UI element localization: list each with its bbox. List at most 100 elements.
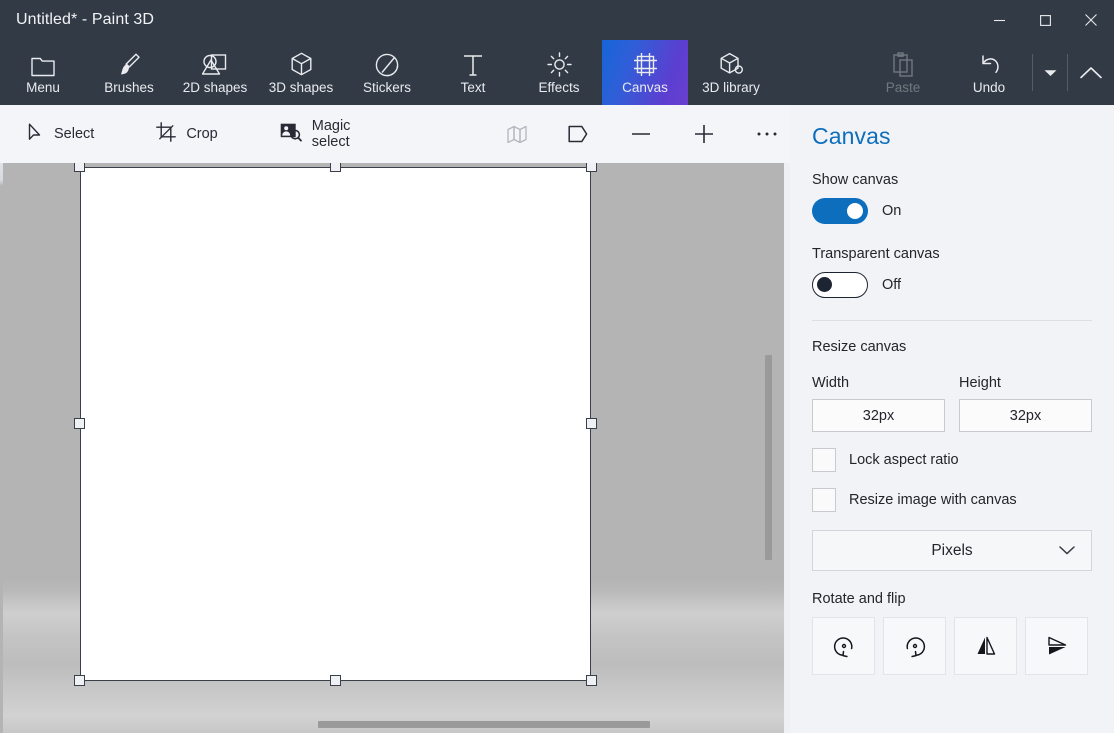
- height-label: Height: [959, 375, 1092, 391]
- rotate-left-icon: [831, 633, 857, 659]
- tool-select[interactable]: Select: [14, 114, 108, 154]
- horizontal-scrollbar-track[interactable]: [0, 717, 784, 733]
- ribbon-item-label: Brushes: [104, 81, 154, 95]
- lock-aspect-ratio-label: Lock aspect ratio: [849, 452, 959, 468]
- width-label: Width: [812, 375, 945, 391]
- ribbon-item-paste[interactable]: Paste: [860, 40, 946, 105]
- tool-magic-select[interactable]: Magic select: [266, 114, 405, 154]
- ribbon-item-brushes[interactable]: Brushes: [86, 40, 172, 105]
- toggle-knob: [847, 203, 863, 219]
- selection-handle-bottom-right[interactable]: [586, 675, 597, 686]
- ribbon-item-text[interactable]: Text: [430, 40, 516, 105]
- plus-icon: [693, 123, 715, 145]
- ribbon-collapse-button[interactable]: [1068, 40, 1114, 105]
- maximize-button[interactable]: [1022, 0, 1068, 40]
- transparent-canvas-toggle[interactable]: [812, 272, 868, 298]
- units-dropdown[interactable]: Pixels: [812, 530, 1092, 571]
- minimize-icon: [994, 15, 1005, 26]
- tool-crop[interactable]: Crop: [142, 114, 231, 154]
- selection-handle-middle-left[interactable]: [74, 418, 85, 429]
- ribbon-item-2d-shapes[interactable]: 2D shapes: [172, 40, 258, 105]
- chevron-down-icon: [1059, 542, 1075, 560]
- canvas-icon: [633, 51, 658, 77]
- panel-title: Canvas: [812, 123, 1092, 150]
- window-title: Untitled* - Paint 3D: [16, 11, 154, 29]
- magic-select-icon: [280, 123, 302, 146]
- height-input[interactable]: [959, 399, 1092, 432]
- selection-handle-middle-right[interactable]: [586, 418, 597, 429]
- show-canvas-state: On: [882, 203, 901, 219]
- chevron-up-icon: [1080, 66, 1102, 79]
- crop-icon: [156, 122, 176, 146]
- flip-vertical-button[interactable]: [1025, 617, 1088, 675]
- 3d-view-icon: [507, 125, 529, 143]
- flip-horizontal-button[interactable]: [954, 617, 1017, 675]
- tool-label: Crop: [186, 126, 217, 142]
- rotate-flip-row: [812, 617, 1092, 675]
- more-options-button[interactable]: [745, 113, 790, 155]
- resize-image-with-canvas-label: Resize image with canvas: [849, 492, 1017, 508]
- canvas-settings-panel: Canvas Show canvas On Transparent canvas…: [790, 105, 1114, 733]
- ribbon-item-undo[interactable]: Undo: [946, 40, 1032, 105]
- brush-icon: [117, 51, 141, 77]
- selection-handle-top-right[interactable]: [586, 163, 597, 172]
- rotate-right-button[interactable]: [883, 617, 946, 675]
- undo-icon: [977, 51, 1001, 77]
- ribbon-item-label: Menu: [26, 81, 60, 95]
- resize-image-with-canvas-checkbox[interactable]: [812, 488, 836, 512]
- rotate-left-button[interactable]: [812, 617, 875, 675]
- ribbon-item-label: Canvas: [622, 81, 668, 95]
- resize-image-with-canvas-row[interactable]: Resize image with canvas: [812, 488, 1092, 512]
- rotate-right-icon: [902, 633, 928, 659]
- ribbon-item-canvas[interactable]: Canvas: [602, 40, 688, 105]
- ribbon-item-effects[interactable]: Effects: [516, 40, 602, 105]
- close-button[interactable]: [1068, 0, 1114, 40]
- window-controls: [976, 0, 1114, 40]
- minimize-button[interactable]: [976, 0, 1022, 40]
- artboard[interactable]: [80, 167, 591, 681]
- title-bar: Untitled* - Paint 3D: [0, 0, 1114, 40]
- ribbon-item-label: 3D shapes: [269, 81, 334, 95]
- vertical-scrollbar[interactable]: [765, 355, 772, 560]
- ribbon-item-label: Paste: [886, 81, 921, 95]
- zoom-out-button[interactable]: [618, 113, 663, 155]
- ribbon-item-label: Effects: [538, 81, 579, 95]
- selection-handle-top-left[interactable]: [74, 163, 85, 172]
- show-canvas-toggle[interactable]: [812, 198, 868, 224]
- stickers-icon: [375, 51, 399, 77]
- ribbon-item-menu[interactable]: Menu: [0, 40, 86, 105]
- ribbon-item-stickers[interactable]: Stickers: [344, 40, 430, 105]
- folder-icon: [31, 51, 55, 77]
- flip-vertical-icon: [1044, 633, 1070, 659]
- perspective-icon: [568, 124, 588, 144]
- lock-aspect-ratio-checkbox[interactable]: [812, 448, 836, 472]
- chevron-down-icon: [1044, 69, 1057, 77]
- horizontal-scrollbar[interactable]: [318, 721, 650, 728]
- dimensions-row: Width Height: [812, 375, 1092, 432]
- ribbon-more-button[interactable]: [1033, 40, 1067, 105]
- perspective-view-button[interactable]: [555, 113, 600, 155]
- resize-canvas-label: Resize canvas: [812, 339, 1092, 355]
- selection-handle-bottom-left[interactable]: [74, 675, 85, 686]
- zoom-in-button[interactable]: [682, 113, 727, 155]
- tool-label: Magic select: [312, 118, 391, 150]
- ribbon-item-3d-shapes[interactable]: 3D shapes: [258, 40, 344, 105]
- canvas-workspace[interactable]: [0, 163, 784, 733]
- ribbon-item-3d-library[interactable]: 3D library: [688, 40, 774, 105]
- show-canvas-row: On: [812, 198, 1092, 224]
- height-column: Height: [959, 375, 1092, 432]
- ribbon-item-label: 3D library: [702, 81, 760, 95]
- panel-divider: [812, 320, 1092, 321]
- workspace-left-edge: [0, 163, 3, 733]
- 2d-shapes-icon: [202, 51, 228, 77]
- clipboard-icon: [892, 51, 914, 77]
- ribbon-item-label: Text: [461, 81, 486, 95]
- text-icon: [462, 51, 484, 77]
- width-input[interactable]: [812, 399, 945, 432]
- ribbon-item-label: Stickers: [363, 81, 411, 95]
- view-3d-button[interactable]: [496, 113, 541, 155]
- selection-handle-top-center[interactable]: [330, 163, 341, 172]
- selection-handle-bottom-center[interactable]: [330, 675, 341, 686]
- lock-aspect-ratio-row[interactable]: Lock aspect ratio: [812, 448, 1092, 472]
- 3d-library-icon: [719, 51, 744, 77]
